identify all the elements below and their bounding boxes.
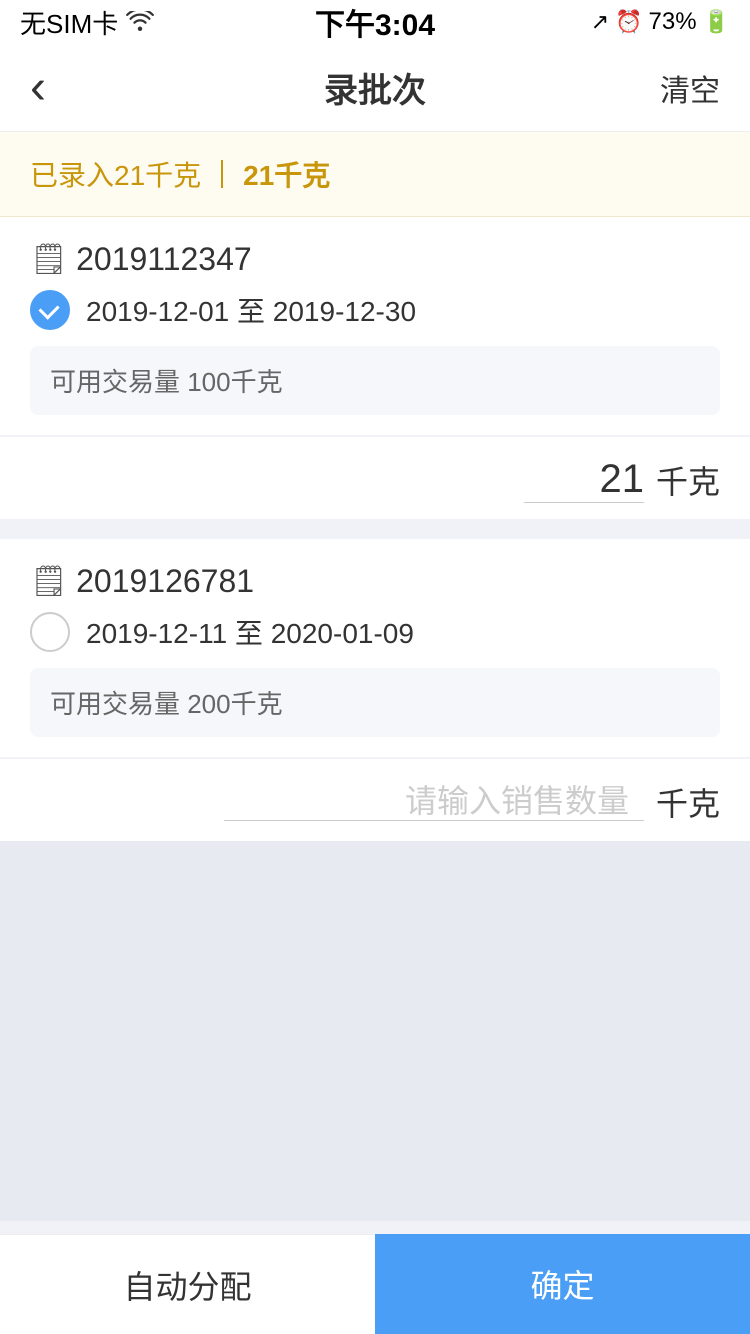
quantity-display-1[interactable]: 21: [524, 457, 644, 503]
quantity-row-1: 21 千克: [0, 437, 750, 519]
batch-header-2: 🗒 2019126781: [30, 563, 720, 600]
page-title: 录批次: [324, 63, 426, 112]
summary-banner: 已录入21千克 21千克: [0, 132, 750, 217]
radio-button-2[interactable]: [30, 612, 70, 652]
batch-availability-2: 可用交易量 200千克: [30, 668, 720, 737]
batch-date-1: 2019-12-01 至 2019-12-30: [86, 290, 416, 330]
input-row-2: 千克: [0, 759, 750, 841]
section-divider: [0, 519, 750, 539]
input-unit-2: 千克: [656, 779, 720, 825]
batch-item-2: 🗒 2019126781 2019-12-11 至 2020-01-09 可用交…: [0, 539, 750, 757]
radio-button-1[interactable]: [30, 290, 70, 330]
carrier-text: 无SIM卡: [20, 4, 118, 41]
status-left: 无SIM卡: [20, 4, 154, 41]
batch-date-2: 2019-12-11 至 2020-01-09: [86, 612, 414, 652]
quantity-input-2[interactable]: [224, 783, 644, 821]
batch-icon-2: 🗒: [30, 564, 68, 599]
empty-area: [0, 841, 750, 1221]
status-time: 下午3:04: [315, 0, 435, 44]
nav-bar: ‹ 录批次 清空: [0, 44, 750, 132]
auto-distribute-button[interactable]: 自动分配: [0, 1234, 375, 1334]
bottom-buttons: 自动分配 确定: [0, 1234, 750, 1334]
battery-text: 73%: [649, 8, 697, 36]
summary-entered: 已录入21千克: [30, 154, 201, 194]
status-bar: 无SIM卡 下午3:04 ↗ ⏰ 73% 🔋: [0, 0, 750, 44]
location-icon: ↗: [591, 9, 609, 35]
batch-header-1: 🗒 2019112347: [30, 241, 720, 278]
summary-amount: 21千克: [243, 154, 330, 194]
battery-icon: 🔋: [703, 9, 730, 35]
batch-icon-1: 🗒: [30, 242, 68, 277]
clear-button[interactable]: 清空: [660, 66, 720, 110]
batch-id-2: 2019126781: [76, 563, 254, 600]
batch-date-row-2[interactable]: 2019-12-11 至 2020-01-09: [30, 612, 720, 652]
confirm-button[interactable]: 确定: [375, 1234, 750, 1334]
summary-divider: [221, 160, 223, 188]
batch-id-1: 2019112347: [76, 241, 252, 278]
batch-availability-1: 可用交易量 100千克: [30, 346, 720, 415]
batch-date-row-1[interactable]: 2019-12-01 至 2019-12-30: [30, 290, 720, 330]
quantity-unit-1: 千克: [656, 457, 720, 503]
alarm-icon: ⏰: [615, 9, 642, 35]
quantity-value-1: 21: [599, 457, 644, 501]
status-right: ↗ ⏰ 73% 🔋: [591, 8, 730, 36]
back-button[interactable]: ‹: [30, 60, 90, 115]
wifi-icon: [126, 7, 154, 38]
batch-item-1: 🗒 2019112347 2019-12-01 至 2019-12-30 可用交…: [0, 217, 750, 435]
